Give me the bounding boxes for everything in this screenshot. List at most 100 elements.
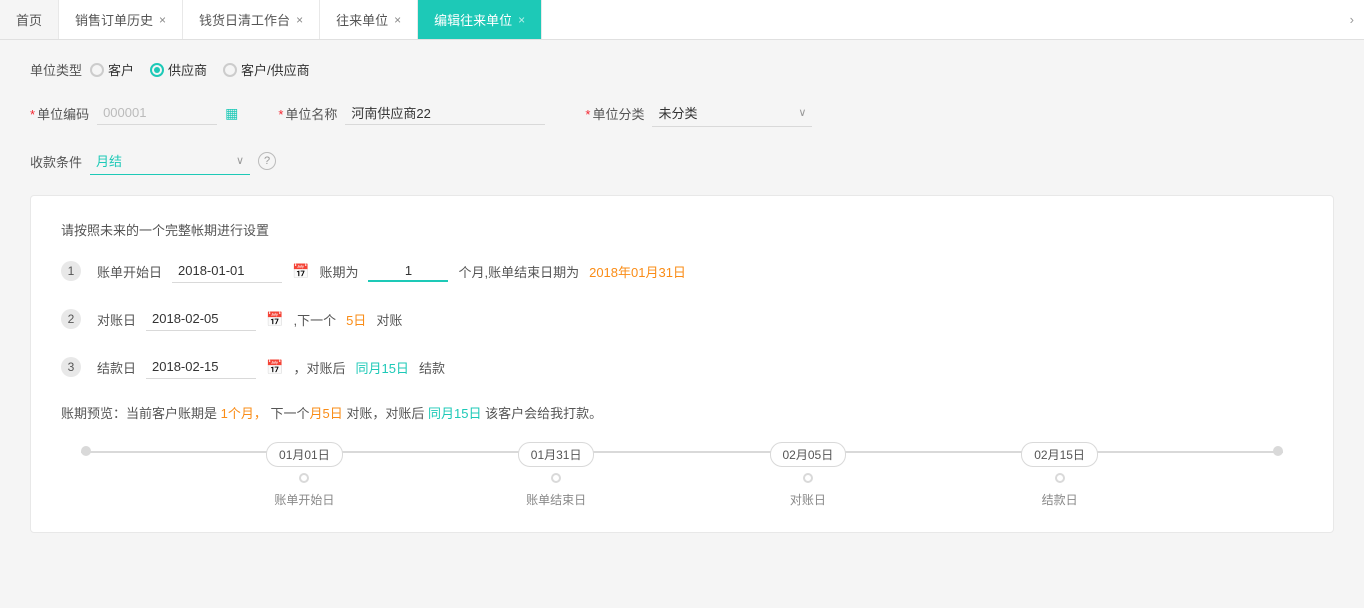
preview-label: 账期预览：当前客户账期是: [61, 406, 217, 421]
timeline-start-dot: [81, 446, 91, 456]
timeline-badge-1: 01月01日: [266, 442, 343, 467]
unit-fields-row: *单位编码 ▦ *单位名称 *单位分类 未分类 ∨: [30, 99, 1334, 127]
step-3-content: 结款日 📅 ，对账后同月15日 结款: [97, 355, 445, 379]
step-3-label: 结款日: [97, 358, 136, 377]
radio-supplier[interactable]: 供应商: [150, 60, 207, 79]
unit-code-input[interactable]: [97, 101, 217, 125]
radio-both-label: 客户/供应商: [241, 60, 310, 79]
unit-type-label: 单位类型: [30, 60, 82, 79]
step-2-suffix-mid: 对账: [376, 310, 402, 329]
step-3-row: 3 结款日 📅 ，对账后同月15日 结款: [61, 355, 1303, 379]
tab-edit-partner-close[interactable]: ×: [518, 13, 525, 27]
timeline-badge-2: 01月31日: [518, 442, 595, 467]
step-3-highlight: 同月15日: [355, 358, 408, 377]
timeline-point-2: 01月31日 账单结束日: [518, 442, 595, 508]
radio-both[interactable]: 客户/供应商: [223, 60, 310, 79]
preview-part2-pre: 下一个: [271, 406, 310, 421]
timeline-end-dot: [1273, 446, 1283, 456]
step-1-period-input[interactable]: [368, 261, 448, 282]
unit-category-value: 未分类: [658, 103, 792, 122]
tab-home-label: 首页: [16, 10, 42, 29]
step-2-highlight: 5日: [346, 310, 366, 329]
tab-sales-history[interactable]: 销售订单历史 ×: [59, 0, 183, 39]
unit-code-required: *: [30, 107, 35, 122]
step-1-num: 1: [61, 261, 81, 281]
radio-supplier-label: 供应商: [168, 60, 207, 79]
timeline-dot-4: [1055, 473, 1065, 483]
step-2-date-input[interactable]: [146, 307, 256, 331]
step-2-content: 对账日 📅 ,下一个 5日 对账: [97, 307, 402, 331]
unit-code-label: *单位编码: [30, 104, 89, 123]
tab-more-button[interactable]: ›: [1340, 0, 1364, 39]
step-2-calendar-icon[interactable]: 📅: [266, 311, 283, 328]
unit-name-label: *单位名称: [278, 104, 337, 123]
step-1-suffix: 个月,账单结束日期为: [458, 262, 579, 281]
payment-terms-value: 月结: [96, 151, 230, 170]
timeline-container: 01月01日 账单开始日 01月31日 账单结束日 02月05日 对账日: [61, 442, 1303, 508]
step-1-date-input[interactable]: [172, 259, 282, 283]
step-2-label: 对账日: [97, 310, 136, 329]
step-1-end-date: 2018年01月31日: [589, 262, 686, 281]
tab-edit-partner[interactable]: 编辑往来单位 ×: [418, 0, 542, 39]
step-3-num: 3: [61, 357, 81, 377]
unit-name-input[interactable]: [345, 101, 545, 125]
main-content: 单位类型 客户 供应商 客户/供应商: [0, 40, 1364, 608]
timeline-badge-4: 02月15日: [1021, 442, 1098, 467]
payment-terms-item: 收款条件 月结 ∨ ?: [30, 147, 276, 175]
tab-sales-history-label: 销售订单历史: [75, 10, 153, 29]
timeline-dot-1: [299, 473, 309, 483]
preview-part2-suffix: 对账，对账后: [346, 406, 424, 421]
step-3-suffix-mid: 结款: [419, 358, 445, 377]
radio-supplier-dot: [154, 67, 160, 73]
timeline-label-1: 账单开始日: [274, 491, 334, 508]
category-dropdown-icon: ∨: [798, 106, 806, 119]
timeline-badge-3: 02月05日: [770, 442, 847, 467]
tab-partner-unit-close[interactable]: ×: [394, 13, 401, 27]
step-3-suffix-pre: ，对账后: [293, 358, 345, 377]
radio-customer-circle: [90, 63, 104, 77]
step-3-calendar-icon[interactable]: 📅: [266, 359, 283, 376]
radio-both-circle: [223, 63, 237, 77]
timeline-end-circle: [1273, 446, 1283, 456]
step-1-mid-label: 账期为: [319, 262, 358, 281]
step-1-content: 账单开始日 📅 账期为 个月,账单结束日期为 2018年01月31日: [97, 259, 686, 283]
info-card: 请按照未来的一个完整帐期进行设置 1 账单开始日 📅 账期为 个月,账单结束日期…: [30, 195, 1334, 533]
unit-type-item: 单位类型 客户 供应商 客户/供应商: [30, 60, 310, 79]
step-1-label: 账单开始日: [97, 262, 162, 281]
timeline-dot-2: [551, 473, 561, 483]
tab-partner-unit[interactable]: 往来单位 ×: [320, 0, 418, 39]
preview-part3-highlight: 同月15日: [428, 406, 481, 421]
preview-part2-highlight: 月5日: [310, 406, 343, 421]
unit-category-required: *: [585, 107, 590, 122]
payment-terms-select[interactable]: 月结 ∨: [90, 147, 250, 175]
tab-sales-history-close[interactable]: ×: [159, 13, 166, 27]
radio-customer[interactable]: 客户: [90, 60, 134, 79]
step-1-row: 1 账单开始日 📅 账期为 个月,账单结束日期为 2018年01月31日: [61, 259, 1303, 283]
step-1-calendar-icon[interactable]: 📅: [292, 263, 309, 280]
unit-code-item: *单位编码 ▦: [30, 101, 238, 125]
tab-bar: 首页 销售订单历史 × 钱货日清工作台 × 往来单位 × 编辑往来单位 × ›: [0, 0, 1364, 40]
timeline-points: 01月01日 账单开始日 01月31日 账单结束日 02月05日 对账日: [81, 442, 1283, 508]
timeline-start-circle: [81, 446, 91, 456]
step-2-num: 2: [61, 309, 81, 329]
radio-supplier-circle: [150, 63, 164, 77]
help-icon[interactable]: ?: [258, 152, 276, 170]
payment-terms-dropdown-icon: ∨: [236, 154, 244, 167]
payment-terms-label: 收款条件: [30, 152, 82, 171]
unit-category-select[interactable]: 未分类 ∨: [652, 99, 812, 127]
unit-category-label: *单位分类: [585, 104, 644, 123]
tab-edit-partner-label: 编辑往来单位: [434, 10, 512, 29]
step-3-date-input[interactable]: [146, 355, 256, 379]
tab-cash-desk[interactable]: 钱货日清工作台 ×: [183, 0, 320, 39]
radio-customer-label: 客户: [108, 60, 134, 79]
chevron-right-icon: ›: [1350, 12, 1354, 27]
step-2-suffix-pre: ,下一个: [293, 310, 336, 329]
tab-home[interactable]: 首页: [0, 0, 59, 39]
card-instruction: 请按照未来的一个完整帐期进行设置: [61, 220, 1303, 239]
tab-cash-desk-close[interactable]: ×: [296, 13, 303, 27]
timeline-point-3: 02月05日 对账日: [770, 442, 847, 508]
timeline-label-3: 对账日: [790, 491, 826, 508]
tab-partner-unit-label: 往来单位: [336, 10, 388, 29]
unit-category-item: *单位分类 未分类 ∨: [585, 99, 812, 127]
unit-code-copy-icon[interactable]: ▦: [225, 105, 238, 122]
